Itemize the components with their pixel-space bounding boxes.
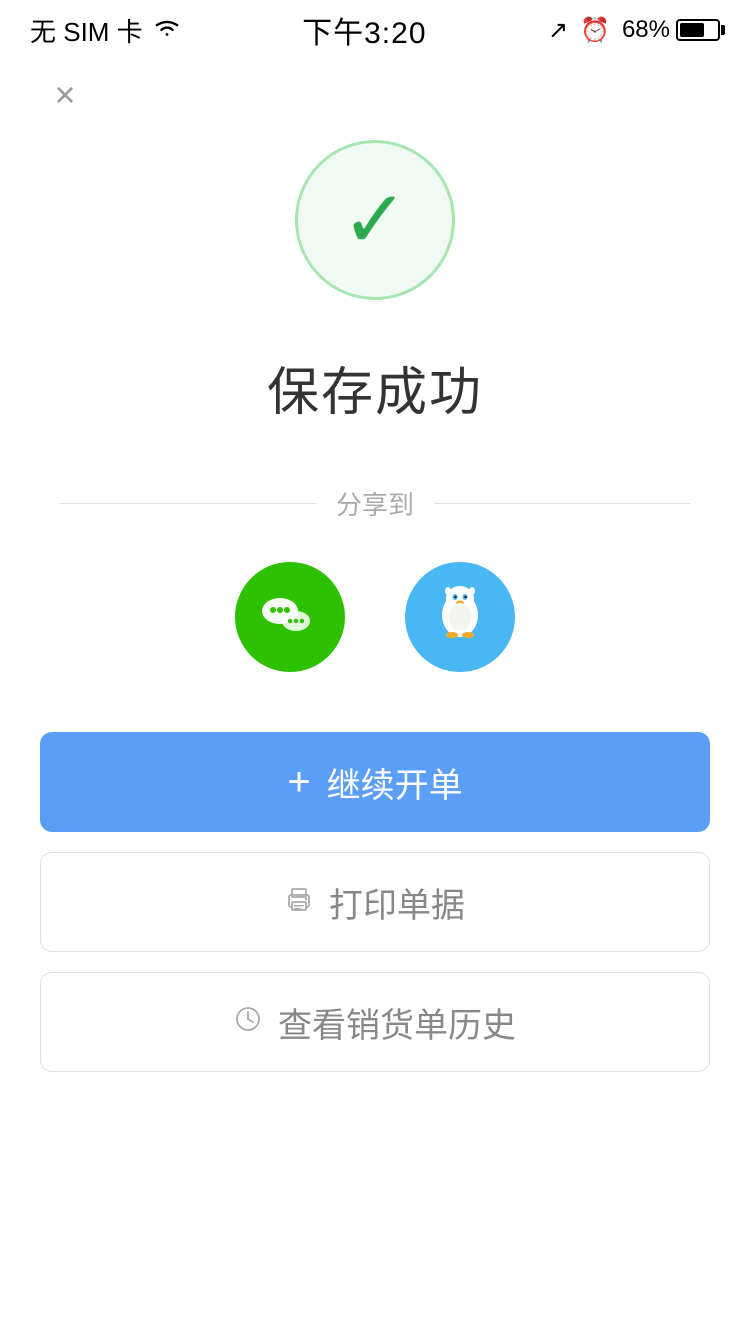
share-icons <box>235 562 515 672</box>
wifi-icon <box>153 15 181 46</box>
carrier-text: 无 SIM 卡 <box>30 12 143 49</box>
main-content: ✓ 保存成功 分享到 <box>0 60 750 1072</box>
divider-line-left <box>60 503 316 504</box>
continue-button[interactable]: + 继续开单 <box>40 732 710 832</box>
success-title: 保存成功 <box>267 350 483 425</box>
status-left: 无 SIM 卡 <box>30 12 181 49</box>
battery-container: 68% <box>622 16 720 44</box>
battery-percent: 68% <box>622 16 670 44</box>
clock-icon <box>234 1005 262 1039</box>
checkmark-icon: ✓ <box>341 180 408 260</box>
location-icon: ↗ <box>548 16 568 45</box>
print-label: 打印单据 <box>329 878 465 927</box>
success-circle: ✓ <box>295 140 455 300</box>
status-right: ↗ ⏰ 68% <box>548 16 720 45</box>
continue-label: 继续开单 <box>327 758 463 807</box>
action-buttons: + 继续开单 打印单据 <box>0 732 750 1072</box>
status-bar: 无 SIM 卡 下午3:20 ↗ ⏰ 68% <box>0 0 750 60</box>
battery-icon <box>676 19 720 41</box>
alarm-icon: ⏰ <box>580 16 610 45</box>
printer-icon <box>285 885 313 919</box>
wechat-share-button[interactable] <box>235 562 345 672</box>
print-button[interactable]: 打印单据 <box>40 852 710 952</box>
qq-share-button[interactable] <box>405 562 515 672</box>
history-label: 查看销货单历史 <box>278 998 516 1047</box>
plus-icon: + <box>287 762 310 802</box>
history-button[interactable]: 查看销货单历史 <box>40 972 710 1072</box>
share-divider: 分享到 <box>0 485 750 522</box>
status-time: 下午3:20 <box>302 8 426 52</box>
share-label: 分享到 <box>336 485 414 522</box>
close-button[interactable]: × <box>40 70 90 120</box>
close-icon: × <box>54 77 75 113</box>
share-section: 分享到 <box>0 485 750 672</box>
divider-line-right <box>434 503 690 504</box>
battery-fill <box>680 23 704 37</box>
